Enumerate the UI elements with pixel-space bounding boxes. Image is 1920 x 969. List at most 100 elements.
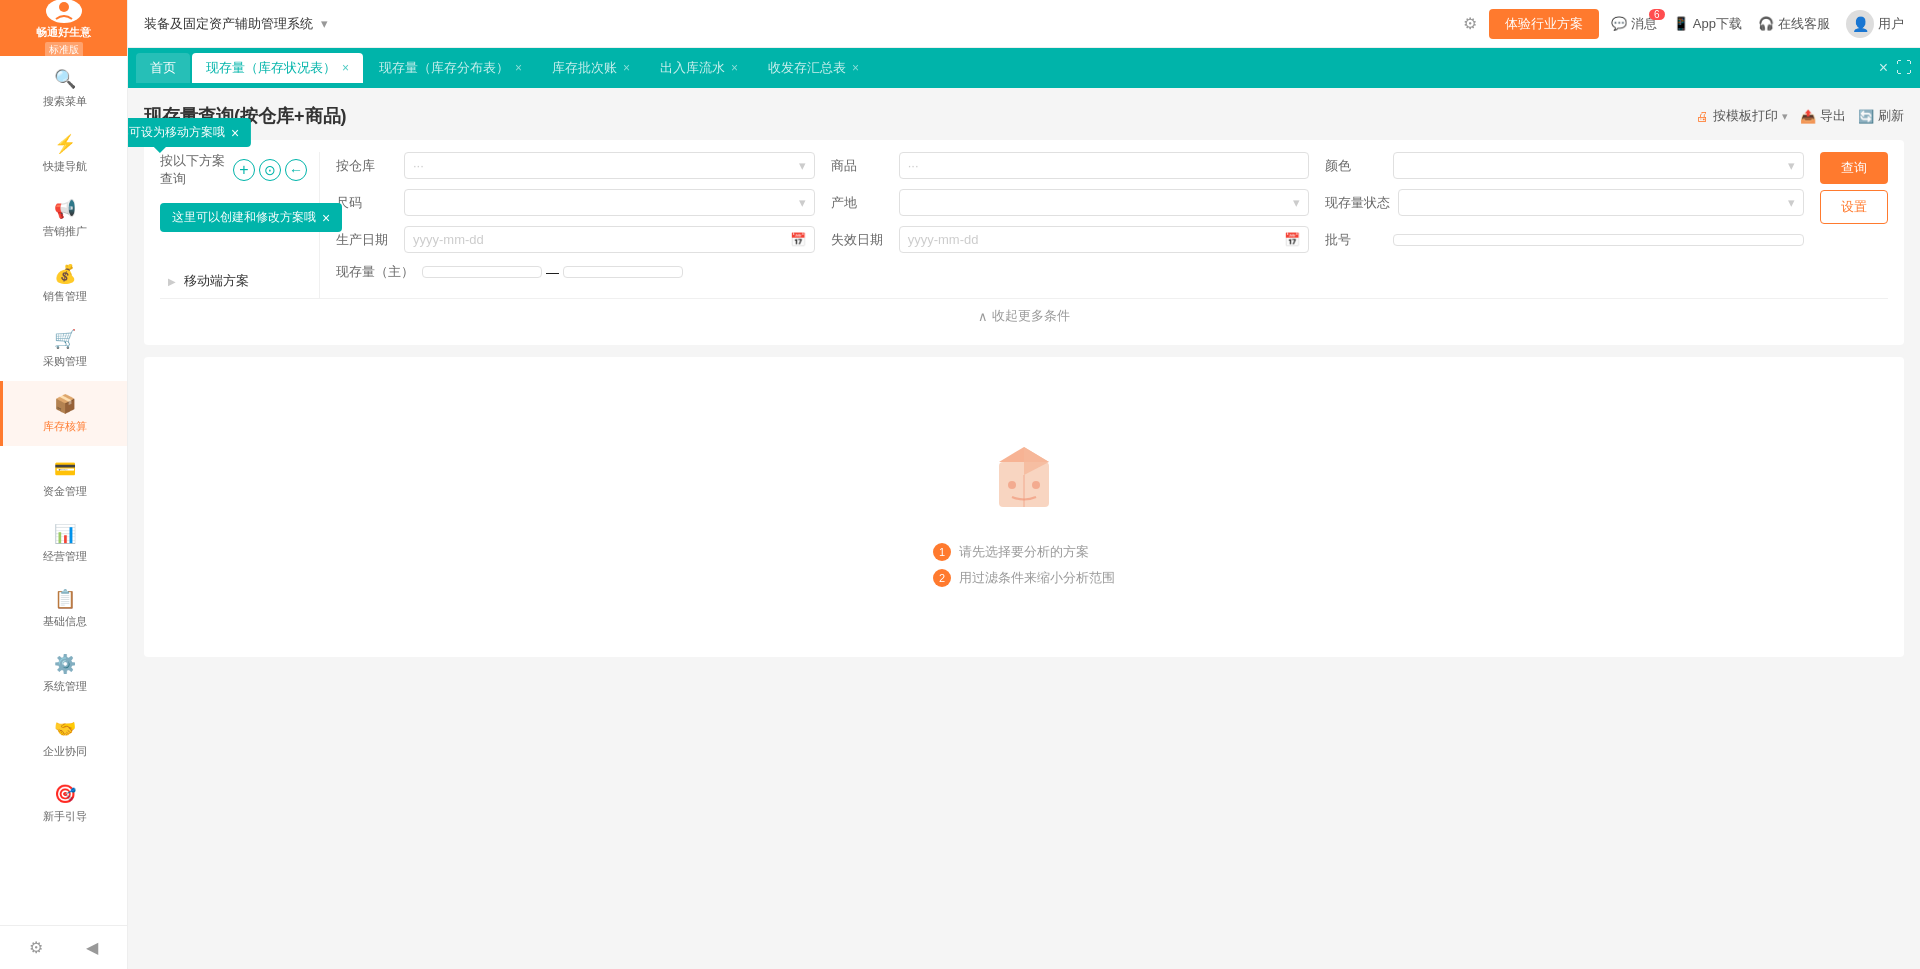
- prod-date-placeholder: yyyy-mm-dd: [413, 232, 484, 247]
- filter-field-size: 尺码 ▾: [336, 189, 815, 216]
- sidebar-item-marketing[interactable]: 📢 营销推广: [0, 186, 127, 251]
- sys-name-text: 装备及固定资产辅助管理系统: [144, 15, 313, 33]
- stock-max-input[interactable]: [563, 266, 683, 278]
- sidebar-item-system[interactable]: ⚙️ 系统管理: [0, 641, 127, 706]
- print-dropdown-icon: ▾: [1782, 110, 1788, 123]
- tab-batch[interactable]: 库存批次账 ×: [538, 53, 644, 83]
- tooltip1-close[interactable]: ×: [231, 125, 239, 141]
- header-message[interactable]: 💬 消息 6: [1611, 15, 1657, 33]
- filter-fields: 按仓库 ··· ▾ 商品 ···: [336, 152, 1804, 298]
- tab-inventory-dist-close[interactable]: ×: [515, 61, 522, 75]
- header-user[interactable]: 👤 用户: [1846, 10, 1904, 38]
- sidebar-item-inventory[interactable]: 📦 库存核算: [0, 381, 127, 446]
- support-label: 在线客服: [1778, 15, 1830, 33]
- tab-close-all-icon[interactable]: ×: [1879, 59, 1888, 77]
- tab-inout-close[interactable]: ×: [731, 61, 738, 75]
- sidebar-item-newbie[interactable]: 🎯 新手引导: [0, 771, 127, 836]
- filter-field-stock-main: 现存量（主） —: [336, 263, 683, 281]
- sidebar-label-newbie: 新手引导: [43, 809, 87, 824]
- empty-tip-2: 2 用过滤条件来缩小分析范围: [933, 569, 1115, 587]
- filter-field-batch-label: 批号: [1325, 231, 1385, 249]
- tab-batch-label: 库存批次账: [552, 59, 617, 77]
- filter-select-color[interactable]: ▾: [1393, 152, 1804, 179]
- tooltip2-text: 这里可以创建和修改方案哦: [172, 209, 316, 226]
- tooltip2-close[interactable]: ×: [322, 210, 330, 226]
- sidebar-item-finance[interactable]: 💳 资金管理: [0, 446, 127, 511]
- svg-point-6: [1032, 481, 1040, 489]
- sidebar-label-inventory: 库存核算: [43, 419, 87, 434]
- tab-collect[interactable]: 收发存汇总表 ×: [754, 53, 873, 83]
- filter-field-goods: 商品 ···: [831, 152, 1310, 179]
- select-dropdown-3: ▾: [799, 195, 806, 210]
- filter-copy-btn[interactable]: ⊙ 电脑方案可设为移动方案哦 ×: [259, 159, 281, 181]
- stock-min-input[interactable]: [422, 266, 542, 278]
- prod-date-calendar-icon[interactable]: 📅: [790, 232, 806, 247]
- sidebar-icon-marketing: 📢: [54, 198, 76, 220]
- sidebar-item-basic[interactable]: 📋 基础信息: [0, 576, 127, 641]
- filter-select-origin[interactable]: ▾: [899, 189, 1310, 216]
- sidebar-item-quick[interactable]: ⚡ 快捷导航: [0, 121, 127, 186]
- header-app-download[interactable]: 📱 App下载: [1673, 15, 1742, 33]
- sidebar-label-search: 搜索菜单: [43, 94, 87, 109]
- sidebar-logo-text: 畅通好生意: [36, 25, 91, 40]
- export-btn[interactable]: 📤 导出: [1800, 107, 1846, 125]
- print-btn[interactable]: 🖨 按模板打印 ▾: [1696, 107, 1788, 125]
- expire-date-calendar-icon[interactable]: 📅: [1284, 232, 1300, 247]
- schema-item-mobile[interactable]: ▶ 移动端方案: [160, 268, 307, 294]
- schema-selector: 按以下方案查询 + ⊙ 电脑方案可设为移动方案哦 ×: [160, 152, 320, 298]
- industry-btn[interactable]: 体验行业方案: [1489, 9, 1599, 39]
- set-btn[interactable]: 设置: [1820, 190, 1888, 224]
- settings-bottom-icon[interactable]: ⚙: [29, 938, 43, 957]
- filter-field-expire-date: 失效日期 yyyy-mm-dd 📅: [831, 226, 1310, 253]
- tabs-bar-right: × ⛶: [1879, 59, 1912, 77]
- tab-collect-close[interactable]: ×: [852, 61, 859, 75]
- sidebar-label-finance: 资金管理: [43, 484, 87, 499]
- tip-num-1: 1: [933, 543, 951, 561]
- filter-select-goods[interactable]: ···: [899, 152, 1310, 179]
- tab-home[interactable]: 首页: [136, 53, 190, 83]
- select-dropdown-5: ▾: [1788, 195, 1795, 210]
- filter-input-prod-date[interactable]: yyyy-mm-dd 📅: [404, 226, 815, 253]
- select-dropdown-1: ▾: [799, 158, 806, 173]
- refresh-label: 刷新: [1878, 107, 1904, 125]
- filter-add-btn[interactable]: +: [233, 159, 255, 181]
- message-icon: 💬: [1611, 16, 1627, 31]
- refresh-btn[interactable]: 🔄 刷新: [1858, 107, 1904, 125]
- sidebar-icon-newbie: 🎯: [54, 783, 76, 805]
- header-settings-icon[interactable]: ⚙: [1463, 14, 1477, 33]
- collapse-label: 收起更多条件: [992, 307, 1070, 325]
- sidebar-item-operation[interactable]: 📊 经营管理: [0, 511, 127, 576]
- tab-maximize-icon[interactable]: ⛶: [1896, 59, 1912, 77]
- collapse-more-btn[interactable]: ∧ 收起更多条件: [160, 298, 1888, 333]
- filter-back-btn[interactable]: ←: [285, 159, 307, 181]
- collapse-sidebar-icon[interactable]: ◀: [86, 938, 98, 957]
- page-actions: 🖨 按模板打印 ▾ 📤 导出 🔄 刷新: [1696, 107, 1904, 125]
- filter-select-warehouse[interactable]: ··· ▾: [404, 152, 815, 179]
- select-dropdown-2: ▾: [1788, 158, 1795, 173]
- tab-batch-close[interactable]: ×: [623, 61, 630, 75]
- filter-label: 按以下方案查询: [160, 152, 225, 188]
- filter-field-color-label: 颜色: [1325, 157, 1385, 175]
- tab-inventory-status[interactable]: 现存量（库存状况表） ×: [192, 53, 363, 83]
- header-sys-name: 装备及固定资产辅助管理系统 ▾: [144, 15, 1451, 33]
- tab-inout[interactable]: 出入库流水 ×: [646, 53, 752, 83]
- empty-illustration: [974, 427, 1074, 527]
- header-support[interactable]: 🎧 在线客服: [1758, 15, 1830, 33]
- empty-tips: 1 请先选择要分析的方案 2 用过滤条件来缩小分析范围: [933, 543, 1115, 587]
- sidebar-item-search[interactable]: 🔍 搜索菜单: [0, 56, 127, 121]
- tooltip-create-schema: 这里可以创建和修改方案哦 ×: [160, 203, 342, 232]
- action-buttons: 查询 设置: [1820, 152, 1888, 298]
- tab-inout-label: 出入库流水: [660, 59, 725, 77]
- sidebar-item-enterprise[interactable]: 🤝 企业协同: [0, 706, 127, 771]
- tab-inventory-dist[interactable]: 现存量（库存分布表） ×: [365, 53, 536, 83]
- tab-inventory-status-close[interactable]: ×: [342, 61, 349, 75]
- search-btn[interactable]: 查询: [1820, 152, 1888, 184]
- tab-inventory-status-label: 现存量（库存状况表）: [206, 59, 336, 77]
- filter-select-size[interactable]: ▾: [404, 189, 815, 216]
- sidebar-item-purchase[interactable]: 🛒 采购管理: [0, 316, 127, 381]
- filter-input-expire-date[interactable]: yyyy-mm-dd 📅: [899, 226, 1310, 253]
- sidebar-item-sales[interactable]: 💰 销售管理: [0, 251, 127, 316]
- filter-input-batch[interactable]: [1393, 234, 1804, 246]
- filter-select-stock-status[interactable]: ▾: [1398, 189, 1804, 216]
- sys-dropdown-icon[interactable]: ▾: [321, 16, 328, 31]
